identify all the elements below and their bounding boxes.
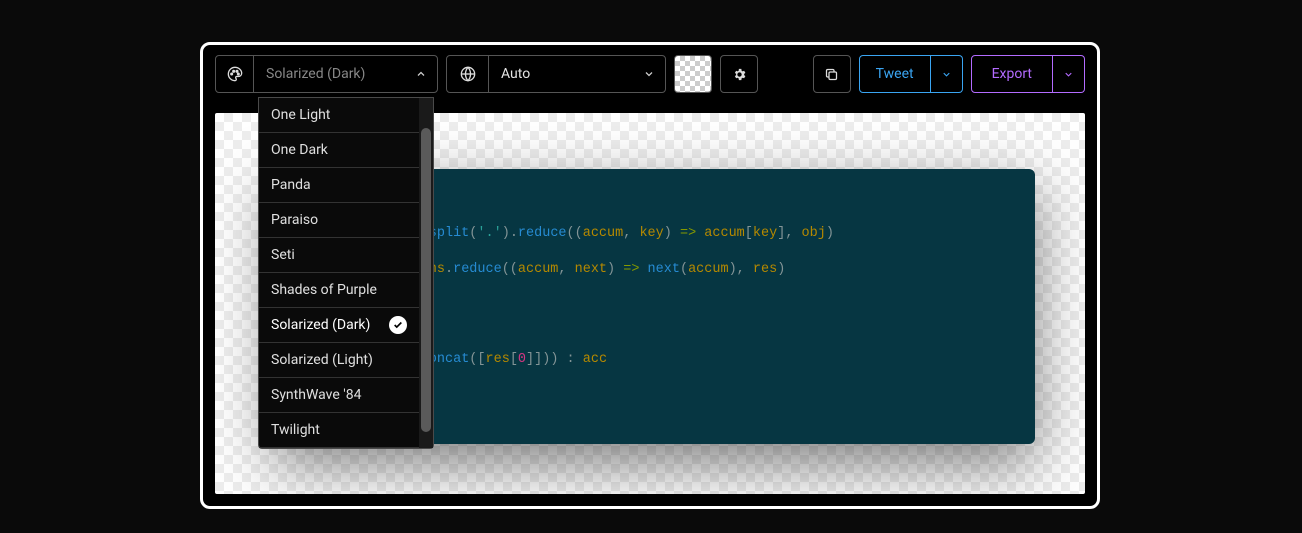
theme-option-label: One Light [271,107,330,123]
theme-option[interactable]: Paraiso [259,203,419,238]
theme-option-label: Paraiso [271,212,318,228]
tweet-button[interactable]: Tweet [859,55,931,93]
chevron-down-icon [633,68,665,80]
language-select[interactable]: Auto [446,55,666,93]
chevron-down-icon [941,69,952,80]
copy-icon [824,67,839,82]
theme-option[interactable]: Seti [259,238,419,273]
theme-option-label: Solarized (Dark) [271,317,370,333]
theme-option[interactable]: Panda [259,168,419,203]
theme-option[interactable]: Twilight [259,413,419,448]
theme-option-label: Seti [271,247,295,263]
chevron-up-icon [405,68,437,80]
theme-option-label: SynthWave '84 [271,387,361,403]
export-button[interactable]: Export [971,55,1053,93]
theme-option[interactable]: Shades of Purple [259,273,419,308]
theme-option-label: Panda [271,177,311,193]
theme-option-selected[interactable]: Solarized (Dark) [259,308,419,343]
export-dropdown[interactable] [1053,55,1085,93]
theme-option[interactable]: Solarized (Light) [259,343,419,378]
background-swatch[interactable] [674,55,712,93]
palette-icon [216,56,254,92]
theme-option[interactable]: One Light [259,98,419,133]
app-panel: Solarized (Dark) Auto Tweet [200,42,1100,509]
theme-option-label: One Dark [271,142,328,158]
tweet-group: Tweet [859,55,963,93]
copy-button[interactable] [813,55,851,93]
theme-dropdown: One Light One Dark Panda Paraiso Seti Sh… [258,97,434,449]
chevron-down-icon [1063,69,1074,80]
language-label: Auto [489,66,633,82]
globe-icon [447,56,489,92]
theme-label: Solarized (Dark) [254,66,405,82]
export-group: Export [971,55,1085,93]
settings-button[interactable] [720,55,758,93]
theme-option[interactable]: One Dark [259,133,419,168]
theme-dropdown-list: One Light One Dark Panda Paraiso Seti Sh… [259,98,419,448]
check-icon [389,316,407,334]
gear-icon [732,67,747,82]
theme-option[interactable]: SynthWave '84 [259,378,419,413]
theme-select[interactable]: Solarized (Dark) [215,55,438,93]
dropdown-scrollbar[interactable] [419,98,433,448]
theme-option-label: Twilight [271,422,320,438]
toolbar: Solarized (Dark) Auto Tweet [203,45,1097,103]
theme-option-label: Shades of Purple [271,282,377,298]
scroll-thumb[interactable] [421,128,431,432]
tweet-dropdown[interactable] [931,55,963,93]
theme-option-label: Solarized (Light) [271,352,373,368]
